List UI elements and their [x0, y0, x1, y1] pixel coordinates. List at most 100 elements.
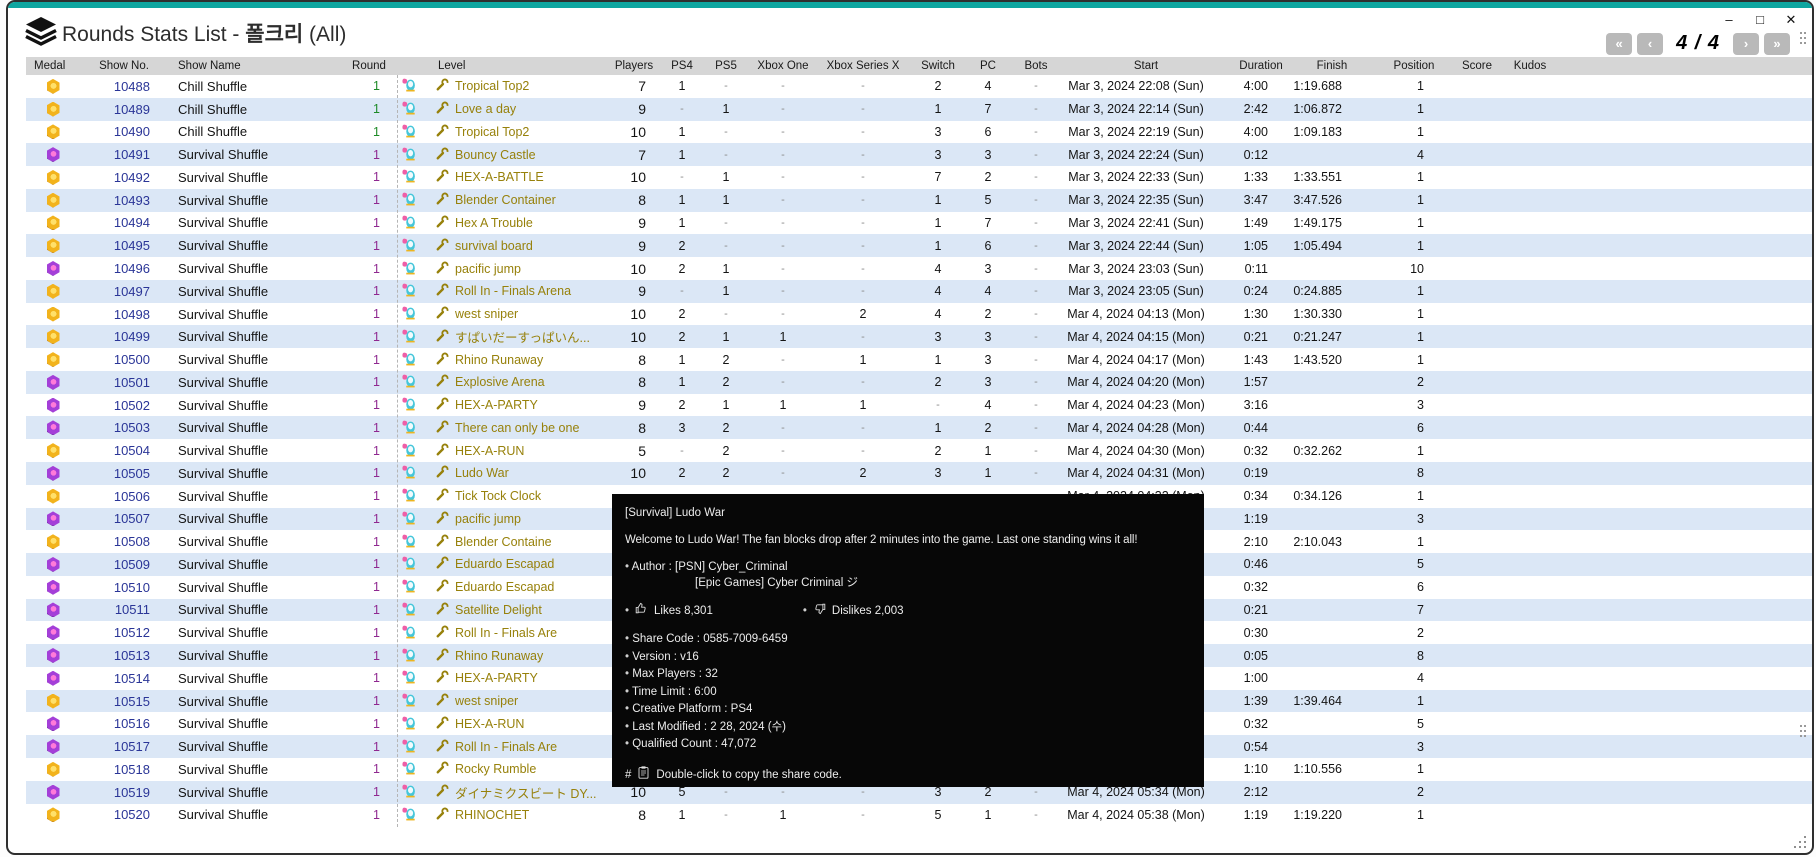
cell-round: 1 [373, 785, 380, 800]
cell-level[interactable]: There can only be one [424, 416, 606, 439]
close-button[interactable]: ✕ [1784, 12, 1798, 28]
cell-level[interactable]: Rhino Runaway [424, 348, 606, 371]
prev-page-button[interactable]: ‹ [1637, 32, 1664, 55]
table-row[interactable]: 10503 Survival Shuffle 1 There can only be … [26, 416, 1812, 440]
cell-level[interactable]: HEX-A-RUN [424, 439, 606, 462]
column-header-ps5[interactable]: PS5 [702, 60, 750, 72]
maximize-button[interactable]: □ [1753, 12, 1767, 28]
cell-level[interactable]: pacific jump [424, 257, 606, 280]
cell-level[interactable]: Love a day [424, 98, 606, 121]
level-link-icon [436, 420, 449, 436]
cell-ps5: 2 [722, 420, 730, 435]
cell-level[interactable]: Roll In - Finals Are [424, 621, 606, 644]
column-header-level[interactable]: Level [424, 60, 606, 72]
cell-ps4: 2 [678, 307, 686, 322]
table-row[interactable]: 10497 Survival Shuffle 1 Roll In - Finals A… [26, 279, 1812, 303]
minimize-button[interactable]: – [1722, 12, 1736, 28]
column-header-show_name[interactable]: Show Name [168, 60, 346, 72]
cell-show_name: Survival Shuffle [178, 306, 269, 322]
table-row[interactable]: 10491 Survival Shuffle 1 Bouncy Castle 7 1 - - -… [26, 143, 1812, 167]
column-header-switch[interactable]: Switch [910, 60, 966, 72]
cell-level[interactable]: west sniper [424, 303, 606, 326]
bottom-right-grip[interactable] [1800, 725, 1808, 741]
column-header-medal[interactable]: Medal [26, 60, 80, 72]
column-header-finish[interactable]: Finish [1292, 60, 1372, 72]
cell-level[interactable]: Roll In - Finals Arena [424, 280, 606, 303]
table-row[interactable]: 10498 Survival Shuffle 1 west sniper 10 2 - - 2 4… [26, 302, 1812, 326]
column-header-position[interactable]: Position [1372, 60, 1456, 72]
table-row[interactable]: 10499 Survival Shuffle 1 すぱいだーすっぱいん... 10 2 1 1… [26, 325, 1812, 349]
cell-level[interactable]: Rhino Runaway [424, 644, 606, 667]
table-row[interactable]: 10500 Survival Shuffle 1 Rhino Runaway 8 1 2 - 1… [26, 348, 1812, 371]
column-header-pc[interactable]: PC [966, 60, 1010, 72]
cell-level[interactable]: Blender Container [424, 189, 606, 212]
table-row[interactable]: 10489 Chill Shuffle 1 Love a day 9 - 1 - - 1 7 - Mar… [26, 97, 1812, 121]
last-page-button[interactable]: » [1764, 32, 1790, 55]
next-page-button[interactable]: › [1733, 32, 1759, 55]
column-header-bots[interactable]: Bots [1010, 60, 1062, 72]
column-header-round[interactable]: Round [346, 60, 392, 72]
cell-level[interactable]: Rocky Rumble [424, 758, 606, 781]
cell-level[interactable]: RHINOCHET [424, 804, 606, 827]
cell-level[interactable]: survival board [424, 234, 606, 257]
cell-level[interactable]: Tropical Top2 [424, 75, 606, 98]
table-row[interactable]: 10501 Survival Shuffle 1 Explosive Arena 8 1 2… [26, 370, 1812, 394]
cell-xbox_one: - [781, 467, 785, 480]
column-header-kudos[interactable]: Kudos [1498, 60, 1562, 72]
table-row[interactable]: 10520 Survival Shuffle 1 RHINOCHET 8 1 - 1 - 5 1 - M… [26, 803, 1812, 827]
cell-level[interactable]: Bouncy Castle [424, 143, 606, 166]
table-row[interactable]: 10495 Survival Shuffle 1 survival board 9 2 - -… [26, 234, 1812, 258]
table-row[interactable]: 10494 Survival Shuffle 1 Hex A Trouble 9 1 - - -… [26, 211, 1812, 235]
cell-level[interactable]: ダイナミクスビート DY... [424, 781, 606, 804]
top-right-grip[interactable] [1800, 32, 1808, 48]
cell-filler [1562, 325, 1812, 348]
column-header-ps4[interactable]: PS4 [662, 60, 702, 72]
cell-level[interactable]: Explosive Arena [424, 371, 606, 394]
level-link-icon [436, 283, 449, 299]
table-row[interactable]: 10490 Chill Shuffle 1 Tropical Top2 10 1 - - - 3 6… [26, 120, 1812, 144]
cell-level[interactable]: Roll In - Finals Are [424, 735, 606, 758]
cell-show_name: Survival Shuffle [178, 602, 269, 618]
cell-level[interactable]: Hex A Trouble [424, 212, 606, 235]
column-header-players[interactable]: Players [606, 60, 662, 72]
player-character-icon [401, 146, 416, 164]
table-row[interactable]: 10502 Survival Shuffle 1 HEX-A-PARTY 9 2 1 1 1 - 4… [26, 393, 1812, 417]
level-link-icon [436, 579, 449, 595]
cell-level[interactable]: Ludo War [424, 462, 606, 485]
table-row[interactable]: 10492 Survival Shuffle 1 HEX-A-BATTLE 10 - 1 - -… [26, 166, 1812, 189]
cell-kudos [1498, 644, 1562, 667]
cell-level[interactable]: HEX-A-RUN [424, 712, 606, 735]
column-header-xbox_series_x[interactable]: Xbox Series X [816, 60, 910, 72]
cell-level[interactable]: Tick Tock Clock [424, 485, 606, 508]
table-row[interactable]: 10504 Survival Shuffle 1 HEX-A-RUN 5 - 2 - - 2 1 - M… [26, 439, 1812, 463]
cell-level[interactable]: Satellite Delight [424, 599, 606, 622]
cell-level[interactable]: すぱいだーすっぱいん... [424, 325, 606, 348]
table-row[interactable]: 10488 Chill Shuffle 1 Tropical Top2 7 1 - - - 2 4 -… [26, 75, 1812, 98]
resize-grip[interactable] [1794, 836, 1806, 848]
first-page-button[interactable]: « [1606, 32, 1633, 55]
cell-level[interactable]: HEX-A-PARTY [424, 394, 606, 417]
table-row[interactable]: 10505 Survival Shuffle 1 Ludo War 10 2 2 - 2 3 1 - M… [26, 462, 1812, 485]
table-row[interactable]: 10496 Survival Shuffle 1 pacific jump 10 2 1 - -… [26, 257, 1812, 280]
column-header-show_no[interactable]: Show No. [80, 60, 168, 72]
table-row[interactable]: 10493 Survival Shuffle 1 Blender Container 8… [26, 188, 1812, 212]
cell-show_no: 10510 [113, 579, 150, 595]
cell-level[interactable]: pacific jump [424, 508, 606, 531]
cell-duration: 3:16 [1243, 398, 1268, 413]
column-header-duration[interactable]: Duration [1230, 60, 1292, 72]
column-header-start[interactable]: Start [1062, 60, 1230, 72]
cell-duration: 1:49 [1243, 215, 1268, 230]
cell-level[interactable]: Eduardo Escapad [424, 553, 606, 576]
column-header-score[interactable]: Score [1456, 60, 1498, 72]
cell-level[interactable]: HEX-A-PARTY [424, 667, 606, 690]
cell-level[interactable]: Blender Containe [424, 530, 606, 553]
cell-kudos [1498, 735, 1562, 758]
cell-pc: 7 [984, 102, 992, 117]
cell-level[interactable]: west sniper [424, 690, 606, 713]
cell-bots: - [1034, 262, 1038, 275]
cell-level[interactable]: HEX-A-BATTLE [424, 166, 606, 189]
cell-level[interactable]: Tropical Top2 [424, 121, 606, 144]
tooltip-detail-line: Time Limit : 6:00 [625, 684, 1191, 702]
cell-level[interactable]: Eduardo Escapad [424, 576, 606, 599]
column-header-xbox_one[interactable]: Xbox One [750, 60, 816, 72]
